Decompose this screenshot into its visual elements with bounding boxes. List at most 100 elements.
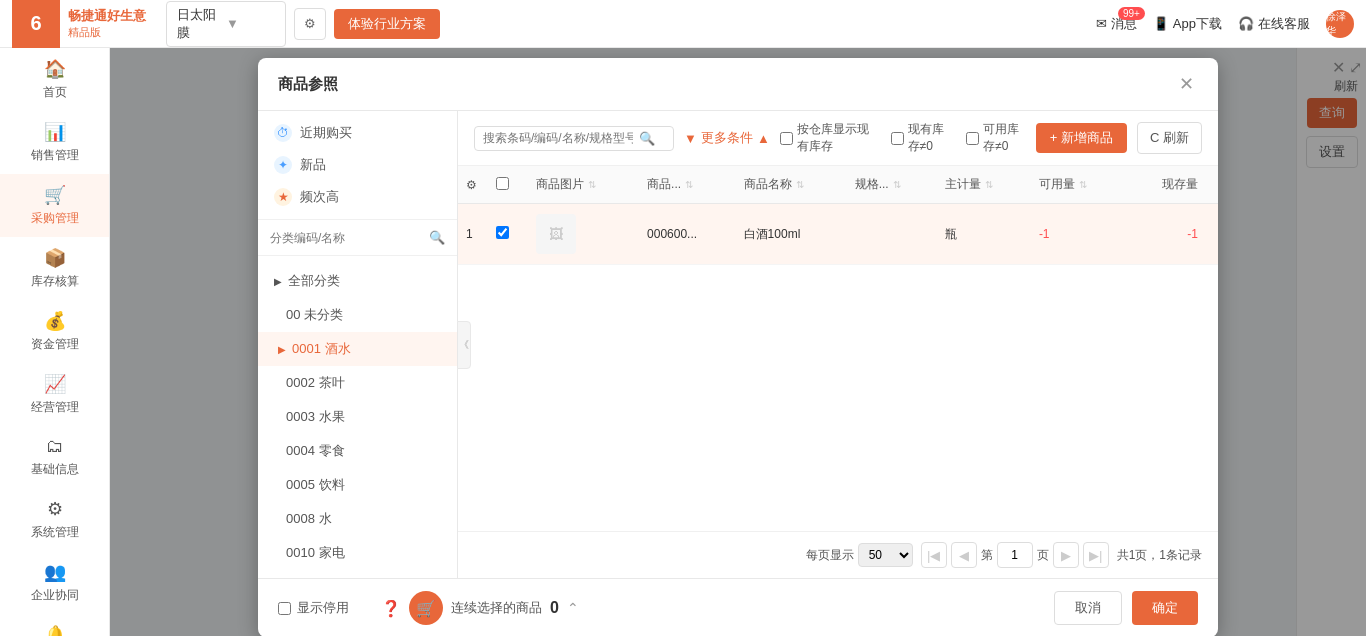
collapse-panel-button[interactable]: 《 xyxy=(457,321,471,369)
category-item-drinks[interactable]: 0005 饮料 xyxy=(258,468,457,502)
th-unit: 主计量 ⇅ xyxy=(937,166,1031,204)
cell-spec xyxy=(847,204,938,265)
category-item-water[interactable]: 0008 水 xyxy=(258,502,457,536)
sidebar-item-finance[interactable]: 💰 资金管理 xyxy=(0,300,109,363)
modal-close-button[interactable]: ✕ xyxy=(1174,72,1198,96)
category-search-bar: 🔍 xyxy=(258,220,457,256)
select-all-checkbox[interactable] xyxy=(496,177,509,190)
experience-button[interactable]: 体验行业方案 xyxy=(334,9,440,39)
product-table-container: ⚙ 商品图片 ⇅ xyxy=(458,166,1218,531)
category-item-appliances[interactable]: 0010 家电 xyxy=(258,536,457,570)
purchase-icon: 🛒 xyxy=(44,184,66,206)
checkbox-available-stock-input[interactable] xyxy=(966,132,979,145)
next-page-button[interactable]: ▶ xyxy=(1053,542,1079,568)
sidebar-item-home[interactable]: 🏠 首页 xyxy=(0,48,109,111)
category-item-tea[interactable]: 0002 茶叶 xyxy=(258,366,457,400)
sidebar-item-system[interactable]: ⚙ 系统管理 xyxy=(0,488,109,551)
messages-button[interactable]: ✉ 消息 99+ xyxy=(1096,15,1137,33)
cell-stock: -1 xyxy=(1124,204,1218,265)
guide-icon: 🔔 xyxy=(44,624,66,636)
sidebar-item-inventory[interactable]: 📦 库存核算 xyxy=(0,237,109,300)
settings-icon[interactable]: ⚙ xyxy=(294,8,326,40)
sidebar-item-purchase[interactable]: 🛒 采购管理 xyxy=(0,174,109,237)
category-search-input[interactable] xyxy=(270,231,423,245)
sidebar-item-collab[interactable]: 👥 企业协同 xyxy=(0,551,109,614)
inventory-icon: 📦 xyxy=(44,247,66,269)
category-item-liquor[interactable]: ▶ 0001 酒水 xyxy=(258,332,457,366)
cart-summary: ❓ 🛒 连续选择的商品 0 ⌃ xyxy=(381,591,1038,625)
sort-icon-spec: ⇅ xyxy=(893,179,901,190)
sort-available[interactable]: 可用量 ⇅ xyxy=(1039,176,1117,193)
cancel-button[interactable]: 取消 xyxy=(1054,591,1122,625)
page-size-dropdown[interactable]: 50 10 20 100 xyxy=(858,543,913,567)
sidebar-item-business[interactable]: 📈 经营管理 xyxy=(0,363,109,426)
sidebar-item-guide[interactable]: 🔔 新手引导 xyxy=(0,614,109,636)
category-item-unclassified[interactable]: 00 未分类 xyxy=(258,298,457,332)
app-download-button[interactable]: 📱 App下载 xyxy=(1153,15,1222,33)
quick-link-new[interactable]: ✦ 新品 xyxy=(258,149,457,181)
product-reference-modal: 商品参照 ✕ ⏱ 近期购买 ✦ xyxy=(258,58,1218,636)
prev-page-button[interactable]: ◀ xyxy=(951,542,977,568)
user-profile[interactable]: 徐泽华 xyxy=(1326,10,1354,38)
confirm-button[interactable]: 确定 xyxy=(1132,591,1198,625)
filter-button[interactable]: ▼ 更多条件 ▲ xyxy=(684,129,770,147)
finance-icon: 💰 xyxy=(44,310,66,332)
message-icon: ✉ xyxy=(1096,16,1107,31)
help-icon[interactable]: ❓ xyxy=(381,599,401,618)
table-row[interactable]: 1 🖼 xyxy=(458,204,1218,265)
modal-title: 商品参照 xyxy=(278,75,1174,94)
th-num: ⚙ xyxy=(458,166,488,204)
sidebar-item-basic[interactable]: 🗂 基础信息 xyxy=(0,426,109,488)
product-search-input[interactable] xyxy=(483,131,633,145)
checkbox-available-stock[interactable]: 可用库存≠0 xyxy=(966,121,1026,155)
quick-links: ⏱ 近期购买 ✦ 新品 ★ 频次高 xyxy=(258,111,457,220)
disabled-checkbox-input[interactable] xyxy=(278,602,291,615)
th-stock: 现存量 xyxy=(1124,166,1218,204)
checkbox-warehouse[interactable]: 按仓库显示现有库存 xyxy=(780,121,875,155)
sort-img[interactable]: 商品图片 ⇅ xyxy=(536,176,631,193)
sort-spec[interactable]: 规格... ⇅ xyxy=(855,176,930,193)
display-disabled-checkbox[interactable]: 显示停用 xyxy=(278,599,349,617)
cell-unit: 瓶 xyxy=(937,204,1031,265)
sort-unit[interactable]: 主计量 ⇅ xyxy=(945,176,1023,193)
sidebar-label-system: 系统管理 xyxy=(31,524,79,541)
cart-icon[interactable]: 🛒 xyxy=(409,591,443,625)
quick-link-recent[interactable]: ⏱ 近期购买 xyxy=(258,117,457,149)
company-selector[interactable]: 日太阳膜 ▼ xyxy=(166,1,286,47)
sort-icon-code: ⇅ xyxy=(685,179,693,190)
last-page-button[interactable]: ▶| xyxy=(1083,542,1109,568)
search-btn-icon[interactable]: 🔍 xyxy=(639,131,655,146)
checkbox-warehouse-input[interactable] xyxy=(780,132,793,145)
row-checkbox[interactable] xyxy=(496,226,509,239)
checkbox-current-stock-input[interactable] xyxy=(891,132,904,145)
quick-link-freq[interactable]: ★ 频次高 xyxy=(258,181,457,213)
sort-code[interactable]: 商品... ⇅ xyxy=(647,176,728,193)
page-number-input[interactable] xyxy=(997,542,1033,568)
refresh-button[interactable]: C 刷新 xyxy=(1137,122,1202,154)
home-icon: 🏠 xyxy=(44,58,66,80)
th-available: 可用量 ⇅ xyxy=(1031,166,1125,204)
sort-name[interactable]: 商品名称 ⇅ xyxy=(744,176,839,193)
sidebar-label-purchase: 采购管理 xyxy=(31,210,79,227)
sidebar-label-basic: 基础信息 xyxy=(31,461,79,478)
category-item-snacks[interactable]: 0004 零食 xyxy=(258,434,457,468)
navbar: 6 畅捷通好生意 精品版 日太阳膜 ▼ ⚙ 体验行业方案 ✉ 消息 99+ 📱 … xyxy=(0,0,1366,48)
sidebar-item-sales[interactable]: 📊 销售管理 xyxy=(0,111,109,174)
footer-actions: 取消 确定 xyxy=(1054,591,1198,625)
checkbox-current-stock[interactable]: 现有库存≠0 xyxy=(891,121,951,155)
page-total: 共1页，1条记录 xyxy=(1117,547,1202,564)
category-item-all[interactable]: ▶ 全部分类 xyxy=(258,264,457,298)
search-icon[interactable]: 🔍 xyxy=(429,230,445,245)
category-item-fruit[interactable]: 0003 水果 xyxy=(258,400,457,434)
layout: 🏠 首页 📊 销售管理 🛒 采购管理 📦 库存核算 💰 资金管理 📈 经营管理 … xyxy=(0,48,1366,636)
th-spec: 规格... ⇅ xyxy=(847,166,938,204)
product-toolbar: 🔍 ▼ 更多条件 ▲ 按仓库显示现有库存 xyxy=(458,111,1218,166)
sidebar-label-home: 首页 xyxy=(43,84,67,101)
cart-collapse-button[interactable]: ⌃ xyxy=(567,600,579,616)
cell-checkbox xyxy=(488,204,528,265)
sort-icon: ⇅ xyxy=(588,179,596,190)
first-page-button[interactable]: |◀ xyxy=(921,542,947,568)
gear-icon[interactable]: ⚙ xyxy=(466,178,477,192)
customer-service-button[interactable]: 🎧 在线客服 xyxy=(1238,15,1310,33)
add-product-button[interactable]: + 新增商品 xyxy=(1036,123,1127,153)
